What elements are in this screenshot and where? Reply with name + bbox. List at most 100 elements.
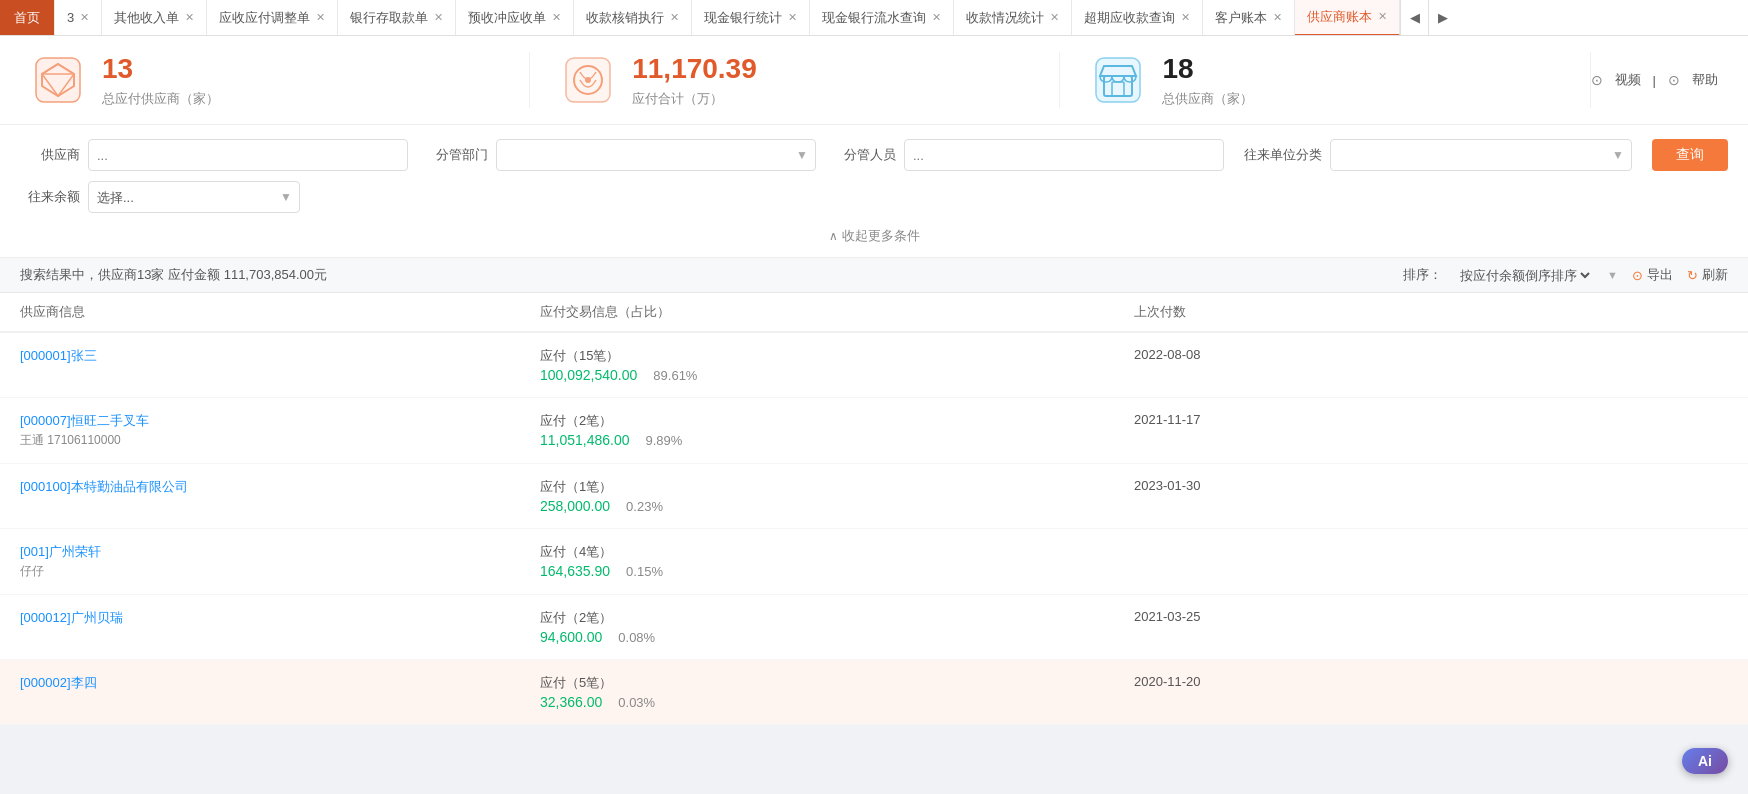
filter-item-department: 分管部门 ▼ [428, 139, 816, 171]
tx-row-3: 258,000.00 0.23% [540, 496, 1134, 514]
stat-label-payable-suppliers: 总应付供应商（家） [102, 90, 219, 108]
search-button[interactable]: 查询 [1652, 139, 1728, 171]
nav-tab-bank[interactable]: 银行存取款单 ✕ [338, 0, 456, 36]
supplier-link-2[interactable]: [000007]恒旺二手叉车 [20, 413, 149, 428]
export-button[interactable]: ⊙ 导出 [1632, 266, 1673, 284]
nav-tab-receipt-stat[interactable]: 收款情况统计 ✕ [954, 0, 1072, 36]
supplier-link-5[interactable]: [000012]广州贝瑞 [20, 610, 123, 625]
sort-chevron-icon: ▼ [1607, 269, 1618, 281]
video-link[interactable]: 视频 [1615, 71, 1641, 89]
stats-bar: 13 总应付供应商（家） 11,170.39 应付合计（万） [0, 36, 1748, 125]
supplier-link-1[interactable]: [000001]张三 [20, 348, 97, 363]
nav-tab-overdue-close[interactable]: ✕ [1181, 11, 1190, 24]
filter-label-balance: 往来余额 [20, 188, 80, 206]
ai-badge[interactable]: Ai [1682, 748, 1728, 774]
stat-content-payable-total: 11,170.39 应付合计（万） [632, 52, 757, 108]
nav-home[interactable]: 首页 [0, 0, 55, 36]
nav-tab-receipt-exec[interactable]: 收款核销执行 ✕ [574, 0, 692, 36]
supplier-input[interactable] [88, 139, 408, 171]
last-pay-6: 2020-11-20 [1134, 674, 1728, 689]
tx-amount-1: 100,092,540.00 [540, 367, 637, 383]
nav-tab-supplier-ledger[interactable]: 供应商账本 ✕ [1295, 0, 1400, 36]
nav-tab-prepay-close[interactable]: ✕ [552, 11, 561, 24]
nav-tab-receipt-stat-close[interactable]: ✕ [1050, 11, 1059, 24]
last-pay-2: 2021-11-17 [1134, 412, 1728, 427]
divider: | [1653, 73, 1656, 88]
filter-label-supplier: 供应商 [20, 146, 80, 164]
department-select[interactable] [496, 139, 816, 171]
table-row[interactable]: [000007]恒旺二手叉车 王通 17106110000 应付（2笔） 11,… [0, 398, 1748, 464]
supplier-link-6[interactable]: [000002]李四 [20, 675, 97, 690]
nav-tab-3-close[interactable]: ✕ [80, 11, 89, 24]
tx-info-1: 应付（15笔） 100,092,540.00 89.61% [540, 347, 1134, 383]
nav-tab-3[interactable]: 3 ✕ [55, 0, 102, 36]
table-row[interactable]: [000100]本特勤油品有限公司 应付（1笔） 258,000.00 0.23… [0, 464, 1748, 529]
department-select-wrap: ▼ [496, 139, 816, 171]
sort-select[interactable]: 按应付余额倒序排序 [1456, 267, 1593, 284]
supplier-info-3: [000100]本特勤油品有限公司 [20, 478, 540, 496]
nav-tab-other-income-close[interactable]: ✕ [185, 11, 194, 24]
help-link[interactable]: 帮助 [1692, 71, 1718, 89]
nav-tab-bank-close[interactable]: ✕ [434, 11, 443, 24]
tx-row-2: 11,051,486.00 9.89% [540, 430, 1134, 448]
help-circle-icon: ⊙ [1668, 72, 1680, 88]
nav-tab-customer-ledger[interactable]: 客户账本 ✕ [1203, 0, 1295, 36]
result-bar: 搜索结果中，供应商13家 应付金额 111,703,854.00元 排序： 按应… [0, 258, 1748, 293]
tx-amount-6: 32,366.00 [540, 694, 602, 710]
table-row[interactable]: [000001]张三 应付（15笔） 100,092,540.00 89.61%… [0, 333, 1748, 398]
nav-next-arrow[interactable]: ▶ [1428, 0, 1456, 36]
table-row[interactable]: [000012]广州贝瑞 应付（2笔） 94,600.00 0.08% 2021… [0, 595, 1748, 660]
nav-tab-customer-ledger-close[interactable]: ✕ [1273, 11, 1282, 24]
supplier-sub-2: 王通 17106110000 [20, 432, 540, 449]
filter-label-department: 分管部门 [428, 146, 488, 164]
supplier-sub-4: 仔仔 [20, 563, 540, 580]
stat-card-payable-total: 11,170.39 应付合计（万） [530, 52, 1060, 108]
result-summary: 搜索结果中，供应商13家 应付金额 111,703,854.00元 [20, 266, 327, 284]
last-pay-3: 2023-01-30 [1134, 478, 1728, 493]
tx-percent-1: 89.61% [653, 368, 697, 383]
video-circle-icon: ⊙ [1591, 72, 1603, 88]
nav-tab-cash-bank-stat[interactable]: 现金银行统计 ✕ [692, 0, 810, 36]
tx-info-3: 应付（1笔） 258,000.00 0.23% [540, 478, 1134, 514]
stat-number-payable-total: 11,170.39 [632, 52, 757, 86]
nav-tab-cash-flow-close[interactable]: ✕ [932, 11, 941, 24]
col-header-supplier: 供应商信息 [20, 303, 540, 321]
nav-home-label: 首页 [14, 9, 40, 27]
nav-tab-ar-adjust[interactable]: 应收应付调整单 ✕ [207, 0, 338, 36]
nav-tab-receipt-exec-close[interactable]: ✕ [670, 11, 679, 24]
collapse-button-label: 收起更多条件 [842, 227, 920, 245]
filter-item-category: 往来单位分类 ▼ [1244, 139, 1632, 171]
supplier-info-5: [000012]广州贝瑞 [20, 609, 540, 627]
nav-tab-cash-flow[interactable]: 现金银行流水查询 ✕ [810, 0, 954, 36]
filter-label-manager: 分管人员 [836, 146, 896, 164]
nav-tab-other-income[interactable]: 其他收入单 ✕ [102, 0, 207, 36]
tx-amount-2: 11,051,486.00 [540, 432, 630, 448]
nav-tab-supplier-ledger-close[interactable]: ✕ [1378, 10, 1387, 23]
nav-tab-cash-bank-stat-close[interactable]: ✕ [788, 11, 797, 24]
supplier-link-4[interactable]: [001]广州荣轩 [20, 544, 101, 559]
stat-icon-store [1090, 52, 1146, 108]
nav-prev-arrow[interactable]: ◀ [1400, 0, 1428, 36]
filter-item-manager: 分管人员 [836, 139, 1224, 171]
export-label: 导出 [1647, 266, 1673, 284]
refresh-button[interactable]: ↻ 刷新 [1687, 266, 1728, 284]
tx-label-2: 应付（2笔） [540, 412, 1134, 430]
nav-tab-prepay[interactable]: 预收冲应收单 ✕ [456, 0, 574, 36]
nav-tab-overdue[interactable]: 超期应收款查询 ✕ [1072, 0, 1203, 36]
nav-tab-cash-flow-label: 现金银行流水查询 [822, 9, 926, 27]
balance-select[interactable]: 选择... [88, 181, 300, 213]
collapse-button[interactable]: ∧ 收起更多条件 [829, 227, 920, 245]
category-select[interactable] [1330, 139, 1632, 171]
table-header: 供应商信息 应付交易信息（占比） 上次付数 [0, 293, 1748, 333]
manager-input[interactable] [904, 139, 1224, 171]
top-navigation: 首页 3 ✕ 其他收入单 ✕ 应收应付调整单 ✕ 银行存取款单 ✕ 预收冲应收单… [0, 0, 1748, 36]
table-row[interactable]: [000002]李四 应付（5笔） 32,366.00 0.03% 2020-1… [0, 660, 1748, 725]
table-row[interactable]: [001]广州荣轩 仔仔 应付（4笔） 164,635.90 0.15% [0, 529, 1748, 595]
stat-label-total-suppliers: 总供应商（家） [1162, 90, 1253, 108]
supplier-link-3[interactable]: [000100]本特勤油品有限公司 [20, 479, 188, 494]
nav-tab-ar-adjust-close[interactable]: ✕ [316, 11, 325, 24]
nav-tab-receipt-stat-label: 收款情况统计 [966, 9, 1044, 27]
balance-select-wrap: 选择... ▼ [88, 181, 300, 213]
stat-icon-rice [560, 52, 616, 108]
refresh-label: 刷新 [1702, 266, 1728, 284]
